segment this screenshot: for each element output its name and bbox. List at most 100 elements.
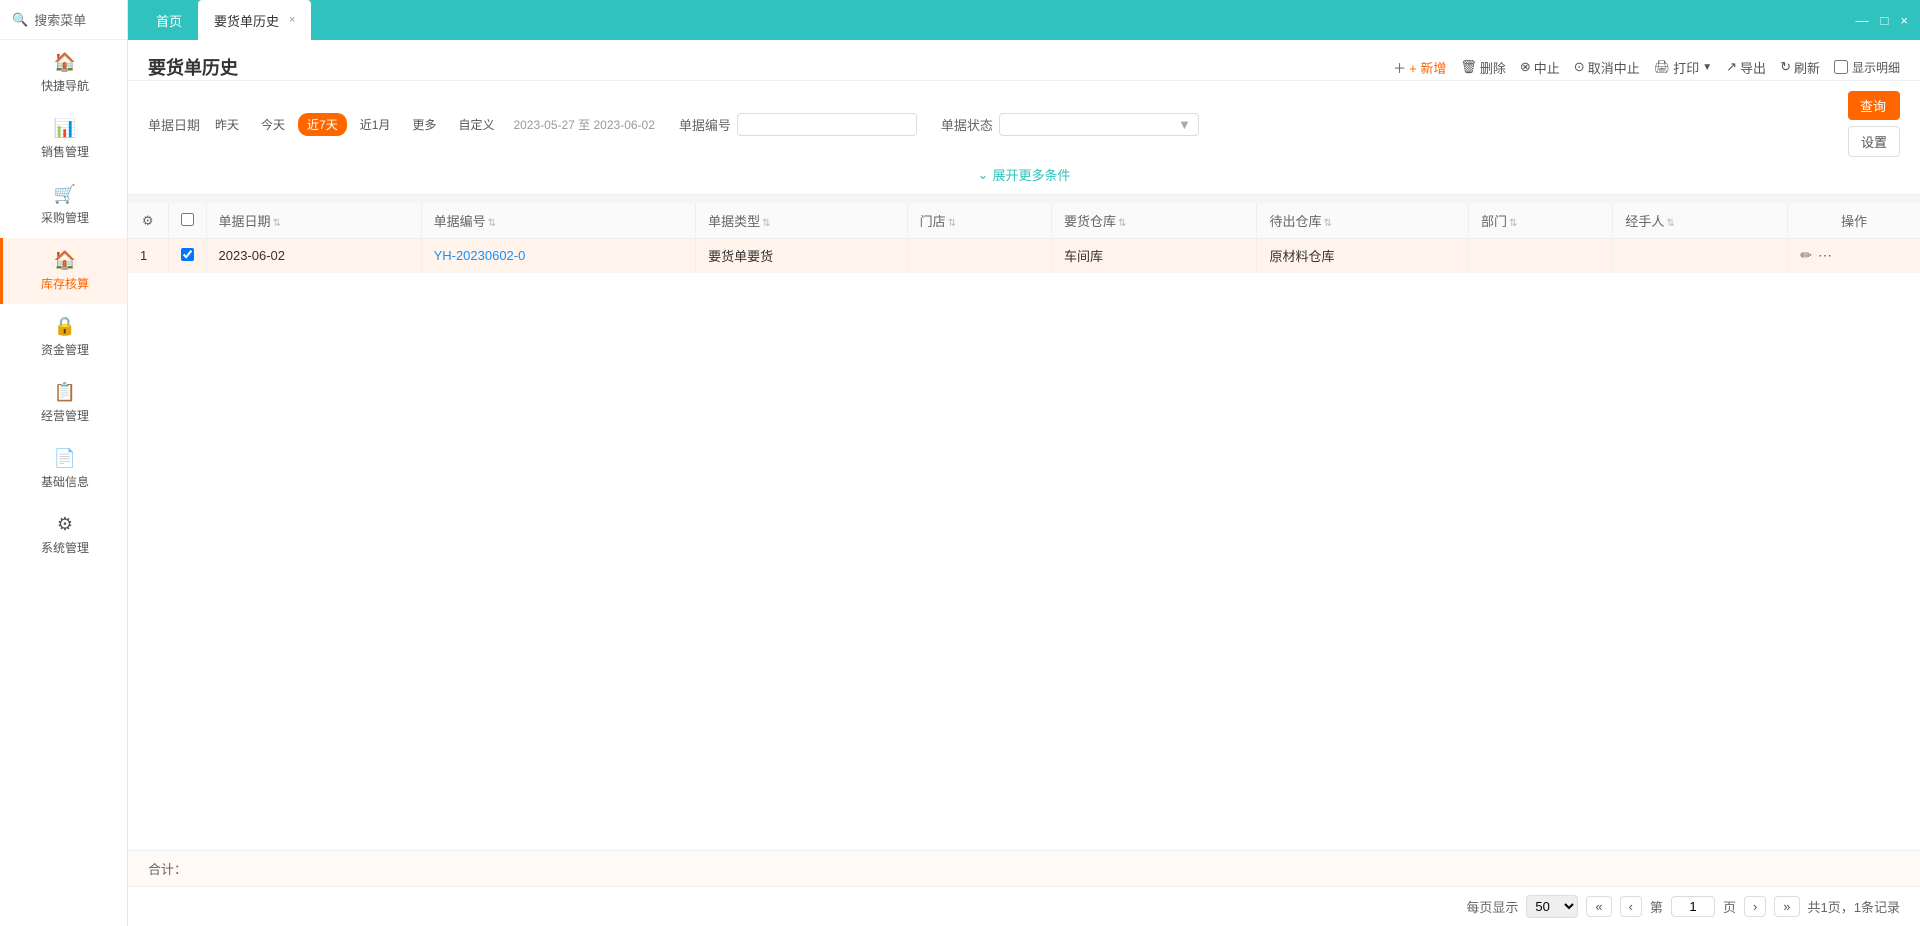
col-doc_date[interactable]: 单据日期⇅ <box>206 203 421 239</box>
window-close-button[interactable]: × <box>1900 13 1908 28</box>
date-pill-近7天[interactable]: 近7天 <box>298 113 347 136</box>
col-settings[interactable]: ⚙ <box>128 203 168 239</box>
row-doc-date-0: 2023-06-02 <box>206 239 421 273</box>
page-input[interactable] <box>1671 896 1715 917</box>
date-pills: 昨天今天近7天近1月更多自定义 <box>206 113 503 136</box>
date-pill-昨天[interactable]: 昨天 <box>206 113 248 136</box>
sort-icon-handler[interactable]: ⇅ <box>1666 218 1674 229</box>
table-footer: 合计： <box>128 850 1920 886</box>
col-label-department: 部门 <box>1481 214 1507 229</box>
print-icon: 🖨 <box>1654 59 1671 75</box>
prev-page-button[interactable]: ‹ <box>1620 896 1642 917</box>
doc-number-input[interactable] <box>737 113 917 136</box>
footer-total-label: 合计： <box>148 859 187 878</box>
date-pill-自定义[interactable]: 自定义 <box>449 113 503 136</box>
print-button[interactable]: 🖨 打印 ▼ <box>1654 58 1712 77</box>
sort-icon-req_warehouse[interactable]: ⇅ <box>1118 218 1126 229</box>
cancel-stop-button[interactable]: ⊙ 取消中止 <box>1574 58 1640 77</box>
sidebar-item-finance-mgmt[interactable]: 🔒 资金管理 <box>0 304 127 370</box>
sort-icon-doc_date[interactable]: ⇅ <box>273 218 281 229</box>
filter-area: 单据日期 昨天今天近7天近1月更多自定义 2023-05-27 至 2023-0… <box>128 81 1920 195</box>
col-pending_warehouse[interactable]: 待出仓库⇅ <box>1257 203 1469 239</box>
tab-close-requisition-history[interactable]: × <box>289 14 295 26</box>
sidebar-item-sales-mgmt[interactable]: 📊 销售管理 <box>0 106 127 172</box>
table-header-row: ⚙单据日期⇅单据编号⇅单据类型⇅门店⇅要货仓库⇅待出仓库⇅部门⇅经手人⇅操作 <box>128 203 1920 239</box>
row-checkbox-0[interactable] <box>168 239 206 273</box>
row-handler-0 <box>1613 239 1788 273</box>
stop-icon: ⊗ <box>1520 59 1531 75</box>
sidebar-item-quick-nav[interactable]: 🏠 快捷导航 <box>0 40 127 106</box>
window-minimize-button[interactable]: — <box>1856 13 1869 28</box>
tab-requisition-history[interactable]: 要货单历史× <box>198 0 311 40</box>
sidebar-item-basic-info[interactable]: 📄 基础信息 <box>0 436 127 502</box>
sidebar-item-sys-mgmt[interactable]: ⚙ 系统管理 <box>0 502 127 568</box>
sort-icon-doc_type[interactable]: ⇅ <box>762 218 770 229</box>
col-req_warehouse[interactable]: 要货仓库⇅ <box>1052 203 1257 239</box>
stop-button[interactable]: ⊗ 中止 <box>1520 58 1560 77</box>
sidebar-item-ops-mgmt[interactable]: 📋 经营管理 <box>0 370 127 436</box>
show-detail-wrapper[interactable]: 显示明细 <box>1834 59 1900 76</box>
topbar: 首页要货单历史× — □ × <box>128 0 1920 40</box>
status-label: 单据状态 <box>941 115 993 134</box>
col-label-doc_type: 单据类型 <box>708 214 760 229</box>
col-handler[interactable]: 经手人⇅ <box>1613 203 1788 239</box>
date-pill-近1月[interactable]: 近1月 <box>351 113 400 136</box>
col-label-store: 门店 <box>920 214 946 229</box>
status-select-wrapper: ▼ <box>999 113 1199 136</box>
page-size-select[interactable]: 2050100 <box>1526 895 1578 918</box>
basic-info-label: 基础信息 <box>41 473 89 490</box>
tab-home[interactable]: 首页 <box>140 0 198 40</box>
sort-icon-store[interactable]: ⇅ <box>948 218 956 229</box>
sales-mgmt-icon: 📊 <box>54 118 76 139</box>
export-icon: ↗ <box>1726 59 1737 75</box>
actions-col-label: 操作 <box>1841 214 1867 229</box>
plus-icon: ＋ <box>1393 58 1406 77</box>
select-all-checkbox[interactable] <box>181 213 194 226</box>
col-doc_number[interactable]: 单据编号⇅ <box>421 203 696 239</box>
purchase-mgmt-icon: 🛒 <box>54 184 76 205</box>
print-dropdown-icon: ▼ <box>1702 62 1712 73</box>
new-button[interactable]: ＋ + 新增 <box>1393 58 1446 77</box>
status-filter-group: 单据状态 ▼ <box>941 113 1199 136</box>
sort-icon-pending_warehouse[interactable]: ⇅ <box>1323 218 1331 229</box>
date-pill-更多[interactable]: 更多 <box>403 113 445 136</box>
query-button[interactable]: 查询 <box>1848 91 1900 120</box>
quick-nav-icon: 🏠 <box>54 52 76 73</box>
sort-icon-doc_number[interactable]: ⇅ <box>488 218 496 229</box>
expand-more-button[interactable]: ⌄ 展开更多条件 <box>148 165 1900 184</box>
table-row[interactable]: 12023-06-02YH-20230602-0要货单要货车间库原材料仓库 ✏ … <box>128 239 1920 273</box>
quick-nav-label: 快捷导航 <box>41 77 89 94</box>
next-page-button[interactable]: › <box>1744 896 1766 917</box>
refresh-button[interactable]: ↻ 刷新 <box>1780 58 1820 77</box>
window-maximize-button[interactable]: □ <box>1881 13 1889 28</box>
delete-button[interactable]: 🗑 删除 <box>1460 58 1506 77</box>
last-page-button[interactable]: » <box>1774 896 1799 917</box>
row-department-0 <box>1469 239 1613 273</box>
first-page-button[interactable]: « <box>1586 896 1611 917</box>
row-req-warehouse-0: 车间库 <box>1052 239 1257 273</box>
sidebar-search[interactable]: 🔍 搜索菜单 <box>0 0 127 40</box>
sort-icon-department[interactable]: ⇅ <box>1509 218 1517 229</box>
doc-number-filter-group: 单据编号 <box>679 113 917 136</box>
row-doc-number-0[interactable]: YH-20230602-0 <box>421 239 696 273</box>
sidebar-item-purchase-mgmt[interactable]: 🛒 采购管理 <box>0 172 127 238</box>
col-store[interactable]: 门店⇅ <box>907 203 1051 239</box>
sys-mgmt-icon: ⚙ <box>57 514 73 535</box>
col-label-pending_warehouse: 待出仓库 <box>1269 214 1321 229</box>
basic-info-icon: 📄 <box>54 448 76 469</box>
data-table: ⚙单据日期⇅单据编号⇅单据类型⇅门店⇅要货仓库⇅待出仓库⇅部门⇅经手人⇅操作 1… <box>128 203 1920 273</box>
col-department[interactable]: 部门⇅ <box>1469 203 1613 239</box>
sidebar-item-inventory[interactable]: 🏠 库存核算 <box>0 238 127 304</box>
date-pill-今天[interactable]: 今天 <box>252 113 294 136</box>
ops-mgmt-icon: 📋 <box>54 382 76 403</box>
show-detail-checkbox[interactable] <box>1834 60 1848 74</box>
row-more-icon-0[interactable]: ⋯ <box>1818 247 1832 264</box>
settings-button[interactable]: 设置 <box>1848 126 1900 157</box>
table-settings-icon[interactable]: ⚙ <box>142 213 154 228</box>
export-button[interactable]: ↗ 导出 <box>1726 58 1766 77</box>
row-pending-warehouse-0: 原材料仓库 <box>1257 239 1469 273</box>
sys-mgmt-label: 系统管理 <box>41 539 89 556</box>
status-select[interactable] <box>999 113 1199 136</box>
col-doc_type[interactable]: 单据类型⇅ <box>696 203 908 239</box>
row-edit-icon-0[interactable]: ✏ <box>1800 247 1812 264</box>
